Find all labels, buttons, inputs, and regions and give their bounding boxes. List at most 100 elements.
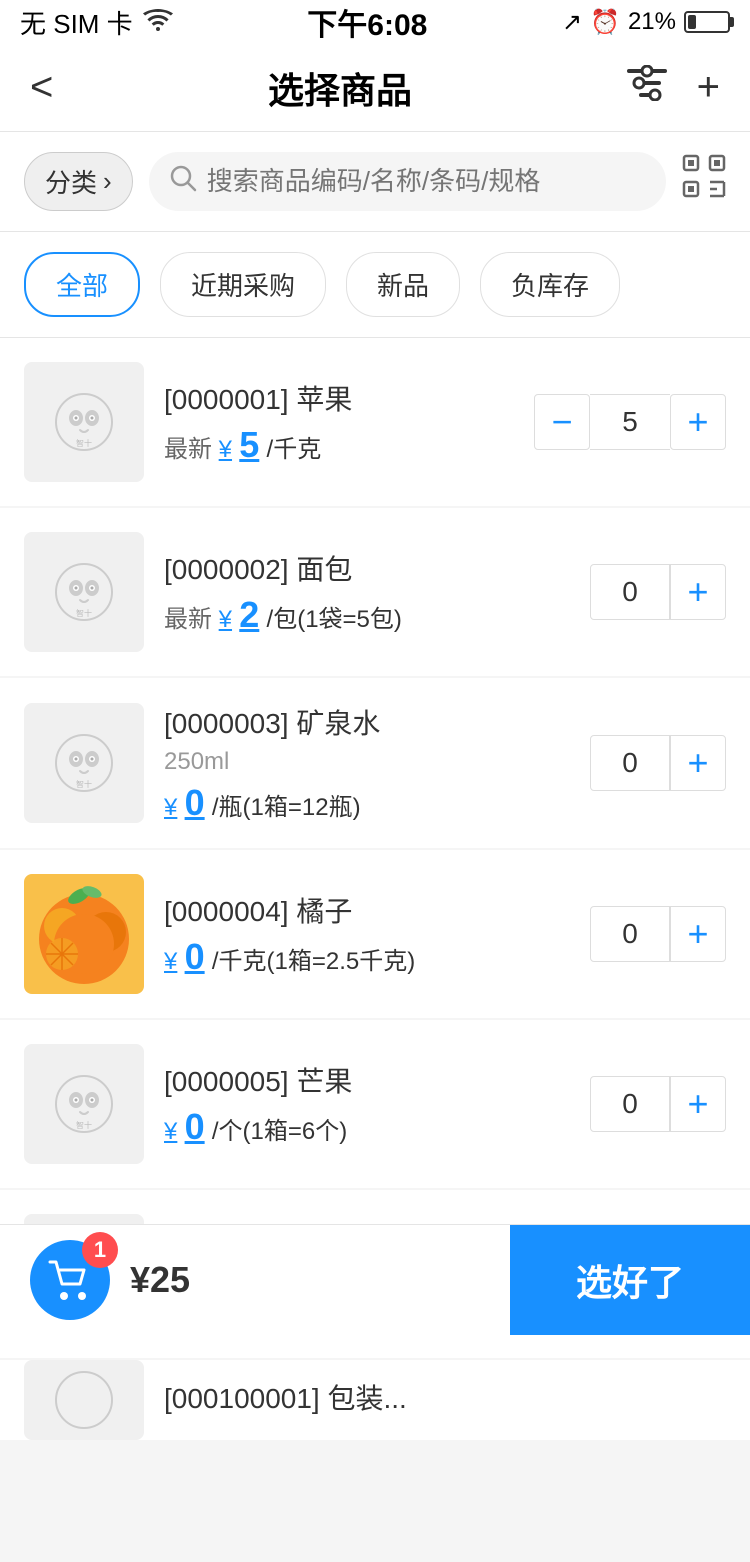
product-image (24, 874, 144, 994)
product-name: [000100001] 包装... (164, 1377, 726, 1417)
search-input-wrap (149, 152, 666, 211)
product-price: 最新 ¥ 5 /千克 (164, 424, 514, 466)
increase-button[interactable]: + (670, 394, 726, 450)
price-value: 0 (185, 1106, 205, 1147)
tab-new-items[interactable]: 新品 (346, 252, 460, 317)
product-image (24, 1360, 144, 1440)
status-right: ↗ ⏰ 21% (562, 8, 730, 37)
owl-placeholder (24, 1360, 144, 1440)
product-info: [0000004] 橘子 ¥ 0 /千克(1箱=2.5千克) (164, 890, 570, 978)
cart-icon-button[interactable]: 1 (30, 1240, 110, 1320)
price-label: 最新 (164, 436, 219, 463)
tab-recent-purchase[interactable]: 近期采购 (160, 252, 326, 317)
confirm-button[interactable]: 选好了 (510, 1225, 750, 1335)
list-item: 智十 [0000003] 矿泉水 250ml ¥ 0 /瓶(1箱=12瓶) + (0, 678, 750, 848)
price-symbol: ¥ (164, 948, 177, 975)
svg-text:智十: 智十 (76, 608, 92, 618)
svg-text:智十: 智十 (76, 1120, 92, 1130)
category-label: 分类 (45, 163, 97, 200)
product-name: [0000005] 芒果 (164, 1060, 570, 1100)
price-unit: /个(1箱=6个) (212, 1118, 347, 1145)
increase-button[interactable]: + (670, 735, 726, 791)
product-image: 智十 (24, 703, 144, 823)
quantity-control: + (590, 564, 726, 620)
wifi-icon (143, 7, 173, 38)
tab-negative-stock[interactable]: 负库存 (480, 252, 620, 317)
price-unit: /千克(1箱=2.5千克) (212, 948, 415, 975)
filter-tabs: 全部 近期采购 新品 负库存 (0, 232, 750, 338)
search-input[interactable] (207, 166, 646, 197)
cart-badge: 1 (82, 1232, 118, 1268)
price-value: 2 (239, 594, 259, 635)
product-name: [0000001] 苹果 (164, 378, 514, 418)
product-image: 智十 (24, 1044, 144, 1164)
product-price: ¥ 0 /个(1箱=6个) (164, 1106, 570, 1148)
price-unit: /千克 (267, 436, 322, 463)
quantity-control: + (590, 1076, 726, 1132)
chevron-right-icon: › (103, 166, 112, 197)
quantity-input[interactable] (590, 394, 670, 450)
page-title: 选择商品 (268, 62, 412, 114)
status-bar: 无 SIM 卡 下午6:08 ↗ ⏰ 21% (0, 0, 750, 44)
decrease-button[interactable]: − (534, 394, 590, 450)
price-symbol: ¥ (219, 436, 232, 463)
svg-text:智十: 智十 (76, 779, 92, 789)
back-button[interactable]: < (30, 65, 53, 110)
price-label: 最新 (164, 606, 219, 633)
product-name: [0000004] 橘子 (164, 890, 570, 930)
increase-button[interactable]: + (670, 1076, 726, 1132)
product-info: [000100001] 包装... (164, 1377, 726, 1423)
scan-icon[interactable] (682, 154, 726, 209)
quantity-input[interactable] (590, 564, 670, 620)
status-left: 无 SIM 卡 (20, 4, 173, 41)
price-symbol: ¥ (219, 606, 232, 633)
quantity-control: − + (534, 394, 726, 450)
quantity-control: + (590, 735, 726, 791)
quantity-control: + (590, 906, 726, 962)
increase-button[interactable]: + (670, 906, 726, 962)
quantity-input[interactable] (590, 735, 670, 791)
quantity-input[interactable] (590, 906, 670, 962)
nav-bar: < 选择商品 + (0, 44, 750, 132)
owl-placeholder: 智十 (24, 532, 144, 652)
owl-placeholder: 智十 (24, 703, 144, 823)
product-name: [0000002] 面包 (164, 548, 570, 588)
location-icon: ↗ (562, 8, 582, 37)
product-info: [0000003] 矿泉水 250ml ¥ 0 /瓶(1箱=12瓶) (164, 702, 570, 824)
product-price: ¥ 0 /千克(1箱=2.5千克) (164, 936, 570, 978)
cart-area: 1 ¥25 (0, 1240, 510, 1320)
product-price: ¥ 0 /瓶(1箱=12瓶) (164, 782, 570, 824)
list-item: 智十 [0000005] 芒果 ¥ 0 /个(1箱=6个) + (0, 1020, 750, 1188)
price-symbol: ¥ (164, 1118, 177, 1145)
battery-text: 21% (628, 8, 676, 36)
increase-button[interactable]: + (670, 564, 726, 620)
bottom-bar: 1 ¥25 选好了 (0, 1224, 750, 1334)
price-value: 5 (239, 424, 259, 465)
add-button[interactable]: + (697, 65, 720, 110)
nav-right: + (627, 65, 720, 111)
search-icon (169, 164, 197, 199)
product-price: 最新 ¥ 2 /包(1袋=5包) (164, 594, 570, 636)
price-unit: /瓶(1箱=12瓶) (212, 794, 361, 821)
tab-all[interactable]: 全部 (24, 252, 140, 317)
cart-total: ¥25 (130, 1259, 190, 1301)
owl-placeholder: 智十 (24, 1044, 144, 1164)
nav-left: < (30, 65, 53, 110)
price-symbol: ¥ (164, 794, 177, 821)
product-image: 智十 (24, 362, 144, 482)
list-item: [0000004] 橘子 ¥ 0 /千克(1箱=2.5千克) + (0, 850, 750, 1018)
product-spec: 250ml (164, 748, 570, 776)
product-info: [0000002] 面包 最新 ¥ 2 /包(1袋=5包) (164, 548, 570, 636)
search-bar: 分类 › (0, 132, 750, 232)
quantity-input[interactable] (590, 1076, 670, 1132)
list-item: 智十 [0000001] 苹果 最新 ¥ 5 /千克 − + (0, 338, 750, 506)
product-name: [0000003] 矿泉水 (164, 702, 570, 742)
list-item: [000100001] 包装... (0, 1360, 750, 1440)
owl-placeholder: 智十 (24, 362, 144, 482)
price-unit: /包(1袋=5包) (267, 606, 402, 633)
price-value: 0 (185, 782, 205, 823)
battery-icon (684, 11, 730, 33)
filter-icon[interactable] (627, 65, 667, 111)
product-image: 智十 (24, 532, 144, 652)
category-button[interactable]: 分类 › (24, 152, 133, 211)
